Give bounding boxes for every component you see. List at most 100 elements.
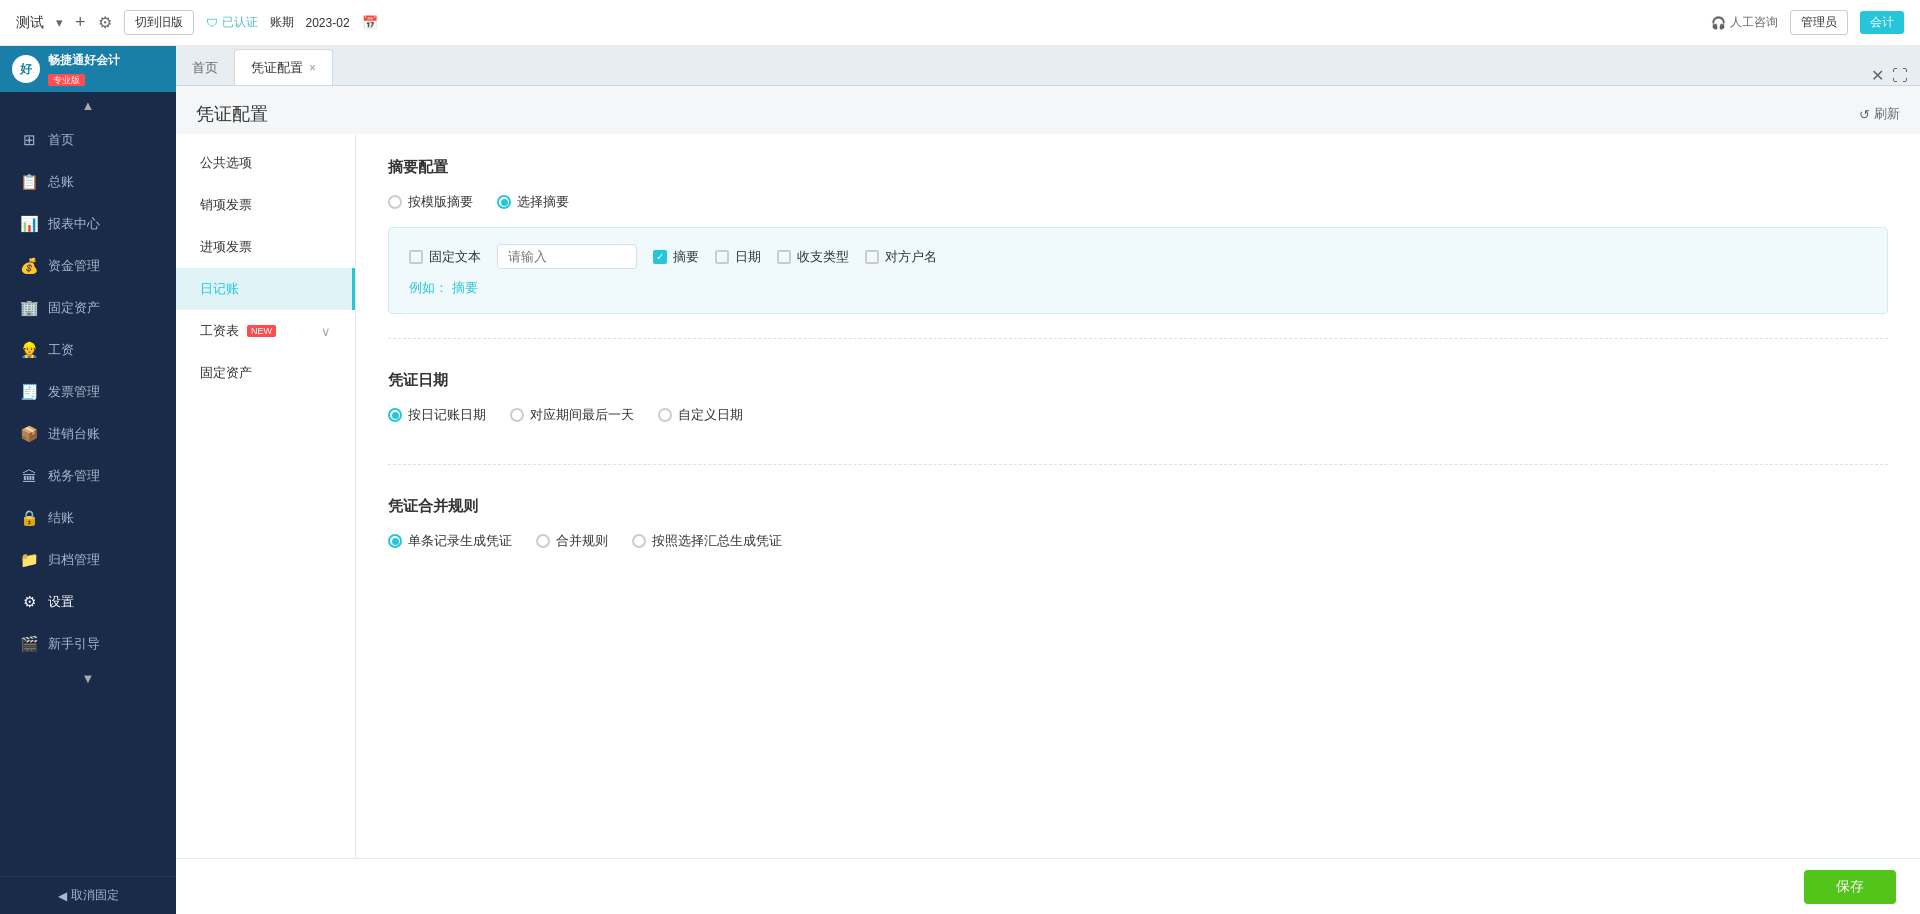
tab-controls: ✕ ⛶ bbox=[1871, 66, 1920, 85]
tab-home[interactable]: 首页 bbox=[176, 51, 234, 85]
leftnav-item-diary[interactable]: 日记账 bbox=[176, 268, 355, 310]
fixed-text-input[interactable] bbox=[497, 244, 637, 269]
top-bar: 测试 ▾ + ⚙ 切到旧版 🛡 已认证 账期 2023-02 📅 🎧 人工咨询 … bbox=[0, 0, 1920, 46]
certified-label: 已认证 bbox=[222, 14, 258, 31]
page-header: 凭证配置 ↺ 刷新 bbox=[176, 86, 1920, 134]
sidebar-item-assets[interactable]: 🏢 固定资产 bbox=[0, 287, 176, 329]
new-badge: NEW bbox=[247, 325, 276, 337]
date-title: 凭证日期 bbox=[388, 371, 1888, 390]
sidebar-logo: 好 畅捷通好会计 专业版 bbox=[0, 46, 176, 92]
page-content: 凭证配置 ↺ 刷新 公共选项 销项发票 进项发票 bbox=[176, 86, 1920, 858]
home-icon: ⊞ bbox=[20, 131, 38, 149]
admin-button[interactable]: 管理员 bbox=[1790, 10, 1848, 35]
summary-title: 摘要配置 bbox=[388, 158, 1888, 177]
tab-config[interactable]: 凭证配置 × bbox=[234, 49, 333, 85]
date-section: 凭证日期 按日记账日期 对应期间最后一天 bbox=[388, 371, 1888, 465]
tab-close-button[interactable]: ✕ bbox=[1871, 66, 1884, 85]
period-label: 账期 bbox=[270, 14, 294, 31]
sidebar-item-funds[interactable]: 💰 资金管理 bbox=[0, 245, 176, 287]
payroll-icon: 👷 bbox=[20, 341, 38, 359]
arrow-icon: ∨ bbox=[321, 324, 331, 339]
summary-box-row: 固定文本 摘要 日期 bbox=[409, 244, 1867, 269]
checkbox-cashtype-box bbox=[777, 250, 791, 264]
checkbox-fixed-text-box bbox=[409, 250, 423, 264]
merge-section: 凭证合并规则 单条记录生成凭证 合并规则 bbox=[388, 497, 1888, 590]
refresh-button[interactable]: ↺ 刷新 bbox=[1859, 105, 1900, 123]
leftnav-item-fixed-assets[interactable]: 固定资产 bbox=[176, 352, 355, 394]
example-text: 例如： 摘要 bbox=[409, 279, 1867, 297]
certified-badge: 🛡 已认证 bbox=[206, 14, 258, 31]
logo-badge: 专业版 bbox=[48, 74, 85, 86]
tab-bar: 首页 凭证配置 × ✕ ⛶ bbox=[176, 46, 1920, 86]
add-button[interactable]: + bbox=[75, 12, 86, 33]
checkbox-fixed-text[interactable]: 固定文本 bbox=[409, 248, 481, 266]
leftnav-item-payroll-table[interactable]: 工资表 NEW ∨ bbox=[176, 310, 355, 352]
checkbox-abstract[interactable]: 摘要 bbox=[653, 248, 699, 266]
radio-single-circle bbox=[388, 534, 402, 548]
sidebar-item-invoice[interactable]: 🧾 发票管理 bbox=[0, 371, 176, 413]
sidebar-item-sales[interactable]: 📦 进销台账 bbox=[0, 413, 176, 455]
checkbox-counterparty[interactable]: 对方户名 bbox=[865, 248, 937, 266]
checkbox-date[interactable]: 日期 bbox=[715, 248, 761, 266]
cancel-fixed-button[interactable]: ◀ 取消固定 bbox=[0, 876, 176, 914]
sidebar-scroll-up[interactable]: ▲ bbox=[0, 92, 176, 119]
checkbox-date-box bbox=[715, 250, 729, 264]
merge-radio-group: 单条记录生成凭证 合并规则 按照选择汇总生成凭证 bbox=[388, 532, 1888, 550]
leftnav-item-purchase-invoice[interactable]: 进项发票 bbox=[176, 226, 355, 268]
save-button[interactable]: 保存 bbox=[1804, 870, 1896, 904]
guide-icon: 🎬 bbox=[20, 635, 38, 653]
accountant-button[interactable]: 会计 bbox=[1860, 11, 1904, 34]
summary-section: 摘要配置 按模版摘要 选择摘要 bbox=[388, 158, 1888, 339]
leftnav-item-sales-invoice[interactable]: 销项发票 bbox=[176, 184, 355, 226]
sidebar-scroll-down[interactable]: ▼ bbox=[0, 665, 176, 692]
tax-icon: 🏛 bbox=[20, 468, 38, 485]
company-name: 测试 bbox=[16, 14, 44, 32]
refresh-icon: ↺ bbox=[1859, 107, 1870, 122]
tab-close-icon[interactable]: × bbox=[309, 61, 316, 75]
sidebar-item-archive[interactable]: 📁 归档管理 bbox=[0, 539, 176, 581]
service-btn[interactable]: 🎧 人工咨询 bbox=[1711, 14, 1778, 31]
bottom-bar: 保存 bbox=[176, 858, 1920, 914]
sidebar: 好 畅捷通好会计 专业版 ▲ ⊞ 首页 📋 总账 📊 报表中心 💰 bbox=[0, 46, 176, 914]
sidebar-item-home[interactable]: ⊞ 首页 bbox=[0, 119, 176, 161]
merge-option-single[interactable]: 单条记录生成凭证 bbox=[388, 532, 512, 550]
sales-icon: 📦 bbox=[20, 425, 38, 443]
page-title: 凭证配置 bbox=[196, 102, 268, 126]
merge-option-rules[interactable]: 合并规则 bbox=[536, 532, 608, 550]
calendar-icon[interactable]: 📅 bbox=[362, 15, 378, 30]
radio-last-circle bbox=[510, 408, 524, 422]
summary-option-select[interactable]: 选择摘要 bbox=[497, 193, 569, 211]
switch-old-button[interactable]: 切到旧版 bbox=[124, 10, 194, 35]
sidebar-item-ledger[interactable]: 📋 总账 bbox=[0, 161, 176, 203]
logo-text: 畅捷通好会计 专业版 bbox=[48, 52, 120, 87]
settings-icon: ⚙ bbox=[20, 593, 38, 611]
sidebar-item-tax[interactable]: 🏛 税务管理 bbox=[0, 455, 176, 497]
sidebar-item-close[interactable]: 🔒 结账 bbox=[0, 497, 176, 539]
radio-rules-circle bbox=[536, 534, 550, 548]
checkbox-cashtype[interactable]: 收支类型 bbox=[777, 248, 849, 266]
summary-option-template[interactable]: 按模版摘要 bbox=[388, 193, 473, 211]
checkbox-abstract-box bbox=[653, 250, 667, 264]
radio-summary-circle bbox=[632, 534, 646, 548]
certified-icon: 🛡 bbox=[206, 16, 218, 30]
sidebar-item-reports[interactable]: 📊 报表中心 bbox=[0, 203, 176, 245]
gear-icon[interactable]: ⚙ bbox=[98, 13, 112, 32]
dropdown-icon[interactable]: ▾ bbox=[56, 15, 63, 30]
service-icon: 🎧 bbox=[1711, 16, 1726, 30]
date-option-last[interactable]: 对应期间最后一天 bbox=[510, 406, 634, 424]
archive-icon: 📁 bbox=[20, 551, 38, 569]
summary-box: 固定文本 摘要 日期 bbox=[388, 227, 1888, 314]
tab-fullscreen-button[interactable]: ⛶ bbox=[1892, 67, 1908, 85]
merge-option-summary[interactable]: 按照选择汇总生成凭证 bbox=[632, 532, 782, 550]
funds-icon: 💰 bbox=[20, 257, 38, 275]
sidebar-item-guide[interactable]: 🎬 新手引导 bbox=[0, 623, 176, 665]
config-layout: 公共选项 销项发票 进项发票 日记账 工资表 NEW bbox=[176, 134, 1920, 858]
radio-template-circle bbox=[388, 195, 402, 209]
leftnav-item-public[interactable]: 公共选项 bbox=[176, 142, 355, 184]
cancel-fixed-icon: ◀ bbox=[58, 889, 67, 903]
date-option-custom[interactable]: 自定义日期 bbox=[658, 406, 743, 424]
date-option-diary[interactable]: 按日记账日期 bbox=[388, 406, 486, 424]
sidebar-item-settings[interactable]: ⚙ 设置 bbox=[0, 581, 176, 623]
sidebar-item-payroll[interactable]: 👷 工资 bbox=[0, 329, 176, 371]
left-nav: 公共选项 销项发票 进项发票 日记账 工资表 NEW bbox=[176, 134, 356, 858]
